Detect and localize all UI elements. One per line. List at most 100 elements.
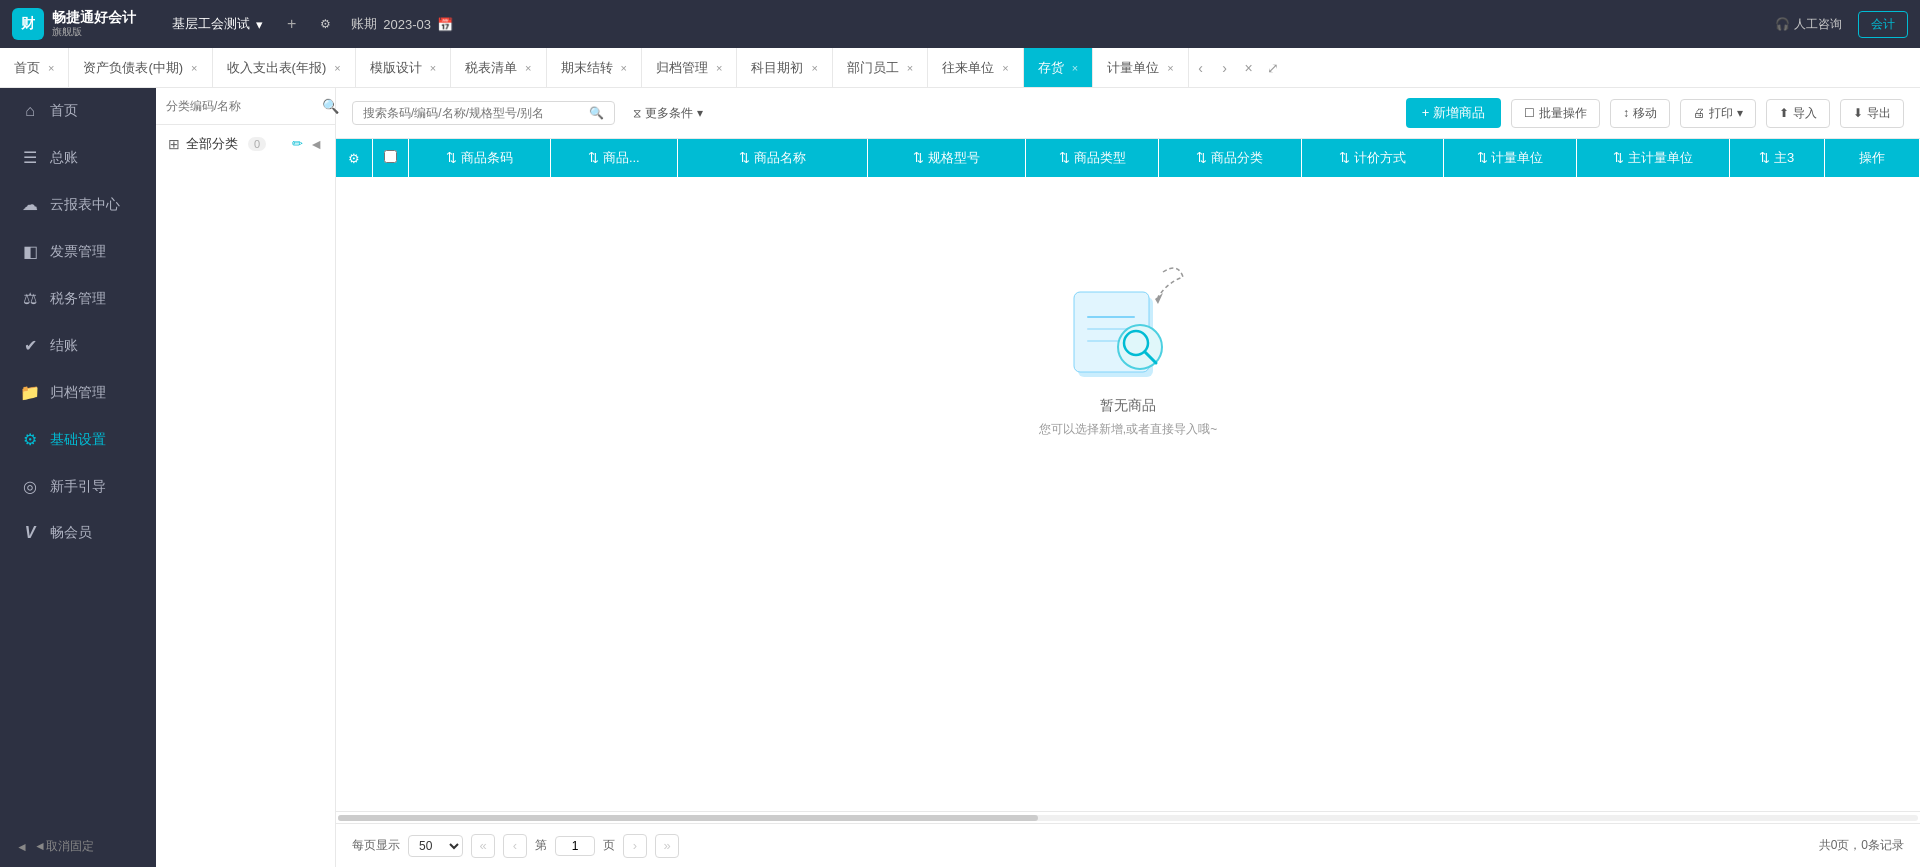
sidebar-item-settings[interactable]: ⚙ 基础设置 <box>0 416 156 463</box>
tab-tax-close[interactable]: × <box>525 62 531 74</box>
filter-icon: ⧖ <box>633 106 641 120</box>
th-price-method[interactable]: ⇅ 计价方式 <box>1301 139 1444 177</box>
sidebar-item-reports[interactable]: ☁ 云报表中心 <box>0 181 156 228</box>
tab-contacts[interactable]: 往来单位 × <box>928 48 1023 88</box>
sidebar-item-tax[interactable]: ⚖ 税务管理 <box>0 275 156 322</box>
tab-contacts-close[interactable]: × <box>1002 62 1008 74</box>
product-search-input[interactable] <box>363 106 583 120</box>
tab-inventory-close[interactable]: × <box>1072 62 1078 74</box>
sidebar-item-home[interactable]: ⌂ 首页 <box>0 88 156 134</box>
content-area: 🔍 ⊞ 全部分类 0 ✏ ◄ 🔍 ⧖ <box>156 88 1920 867</box>
sidebar-item-archive[interactable]: 📁 归档管理 <box>0 369 156 416</box>
export-button[interactable]: ⬇ 导出 <box>1840 99 1904 128</box>
tab-measure-close[interactable]: × <box>1167 62 1173 74</box>
tab-balance-close[interactable]: × <box>191 62 197 74</box>
tab-prev-button[interactable]: ‹ <box>1189 48 1213 88</box>
tab-income-close[interactable]: × <box>334 62 340 74</box>
add-tab-button[interactable]: + <box>283 15 300 33</box>
tab-subject-init[interactable]: 科目期初 × <box>737 48 832 88</box>
tab-home[interactable]: 首页 × <box>0 48 69 88</box>
tab-measure-unit[interactable]: 计量单位 × <box>1093 48 1188 88</box>
move-button[interactable]: ↕ 移动 <box>1610 99 1670 128</box>
company-selector[interactable]: 基层工会测试 ▾ <box>164 11 271 37</box>
tab-period-label: 期末结转 <box>561 59 613 77</box>
tab-archive-close[interactable]: × <box>716 62 722 74</box>
th-price-label: 计价方式 <box>1354 150 1406 165</box>
th-spec[interactable]: ⇅ 规格型号 <box>868 139 1026 177</box>
page-number-input[interactable] <box>555 836 595 856</box>
collapse-category-icon[interactable]: ◄ <box>309 136 323 152</box>
new-product-button[interactable]: + 新增商品 <box>1406 98 1501 128</box>
export-label: 导出 <box>1867 105 1891 122</box>
th-op-label: 操作 <box>1859 150 1885 165</box>
th-settings[interactable]: ⚙ <box>336 139 372 177</box>
app-name: 畅捷通好会计 <box>52 9 136 26</box>
th-col3-sort-icon: ⇅ <box>1759 150 1770 165</box>
tab-tax-list[interactable]: 税表清单 × <box>451 48 546 88</box>
calendar-icon[interactable]: 📅 <box>437 17 453 32</box>
tab-expand-button[interactable]: ⤢ <box>1261 48 1285 88</box>
th-type[interactable]: ⇅ 商品类型 <box>1026 139 1159 177</box>
th-unit-label: 计量单位 <box>1491 150 1543 165</box>
sidebar-item-member[interactable]: V 畅会员 <box>0 510 156 556</box>
tab-next-button[interactable]: › <box>1213 48 1237 88</box>
more-filter-button[interactable]: ⧖ 更多条件 ▾ <box>625 101 711 126</box>
headset-icon: 🎧 <box>1775 17 1790 31</box>
th-barcode[interactable]: ⇅ 商品条码 <box>408 139 551 177</box>
account-button[interactable]: 会计 <box>1858 11 1908 38</box>
th-check[interactable] <box>372 139 408 177</box>
last-page-button[interactable]: » <box>655 834 679 858</box>
category-search-input[interactable] <box>166 99 316 113</box>
tab-template-close[interactable]: × <box>430 62 436 74</box>
th-col3[interactable]: ⇅ 主3 <box>1729 139 1824 177</box>
tab-template-design[interactable]: 模版设计 × <box>356 48 451 88</box>
import-label: 导入 <box>1793 105 1817 122</box>
tab-balance-sheet[interactable]: 资产负债表(中期) × <box>69 48 212 88</box>
tab-income-expense[interactable]: 收入支出表(年报) × <box>213 48 356 88</box>
app-version: 旗舰版 <box>52 25 136 39</box>
sidebar-item-close-account[interactable]: ✔ 结账 <box>0 322 156 369</box>
sidebar-item-guide[interactable]: ◎ 新手引导 <box>0 463 156 510</box>
empty-title: 暂无商品 <box>1100 397 1156 415</box>
sidebar-item-ledger[interactable]: ☰ 总账 <box>0 134 156 181</box>
th-type-label: 商品类型 <box>1074 150 1126 165</box>
select-all-checkbox[interactable] <box>384 150 397 163</box>
first-page-button[interactable]: « <box>471 834 495 858</box>
search-bar-icon[interactable]: 🔍 <box>589 106 604 120</box>
th-main-unit[interactable]: ⇅ 主计量单位 <box>1576 139 1729 177</box>
batch-op-button[interactable]: ☐ 批量操作 <box>1511 99 1600 128</box>
human-service-button[interactable]: 🎧 人工咨询 <box>1767 12 1850 37</box>
archive-icon: 📁 <box>20 383 40 402</box>
tab-period-carry[interactable]: 期末结转 × <box>547 48 642 88</box>
tab-close-all-button[interactable]: × <box>1237 48 1261 88</box>
th-name[interactable]: ⇅ 商品名称 <box>677 139 867 177</box>
tab-dept-close[interactable]: × <box>907 62 913 74</box>
edit-category-icon[interactable]: ✏ <box>292 136 303 152</box>
next-page-button[interactable]: › <box>623 834 647 858</box>
tab-dept-staff[interactable]: 部门员工 × <box>833 48 928 88</box>
table-scrollbar[interactable] <box>336 811 1920 823</box>
empty-state: 暂无商品 您可以选择新增,或者直接导入哦~ <box>336 177 1920 518</box>
tab-archive[interactable]: 归档管理 × <box>642 48 737 88</box>
scrollbar-thumb[interactable] <box>338 815 1038 821</box>
prev-page-button[interactable]: ‹ <box>503 834 527 858</box>
tab-subject-close[interactable]: × <box>811 62 817 74</box>
tab-income-label: 收入支出表(年报) <box>227 59 327 77</box>
print-button[interactable]: 🖨 打印 ▾ <box>1680 99 1756 128</box>
cancel-pin-button[interactable]: ◄ ◄取消固定 <box>0 826 156 867</box>
th-category[interactable]: ⇅ 商品分类 <box>1158 139 1301 177</box>
sidebar-item-invoice[interactable]: ◧ 发票管理 <box>0 228 156 275</box>
settings-button[interactable]: ⚙ <box>312 13 339 35</box>
th-unit[interactable]: ⇅ 计量单位 <box>1444 139 1577 177</box>
tab-home-close[interactable]: × <box>48 62 54 74</box>
member-icon: V <box>20 524 40 542</box>
page-size-select[interactable]: 50 10 20 100 <box>408 835 463 857</box>
th-barcode-sort-icon: ⇅ <box>446 150 457 165</box>
import-button[interactable]: ⬆ 导入 <box>1766 99 1830 128</box>
th-code[interactable]: ⇅ 商品... <box>551 139 678 177</box>
tab-inventory[interactable]: 存货 × <box>1024 48 1093 88</box>
batch-label: 批量操作 <box>1539 105 1587 122</box>
period-value: 2023-03 <box>383 17 431 32</box>
tab-period-close[interactable]: × <box>621 62 627 74</box>
main-layout: ⌂ 首页 ☰ 总账 ☁ 云报表中心 ◧ 发票管理 ⚖ 税务管理 ✔ 结账 📁 归… <box>0 88 1920 867</box>
